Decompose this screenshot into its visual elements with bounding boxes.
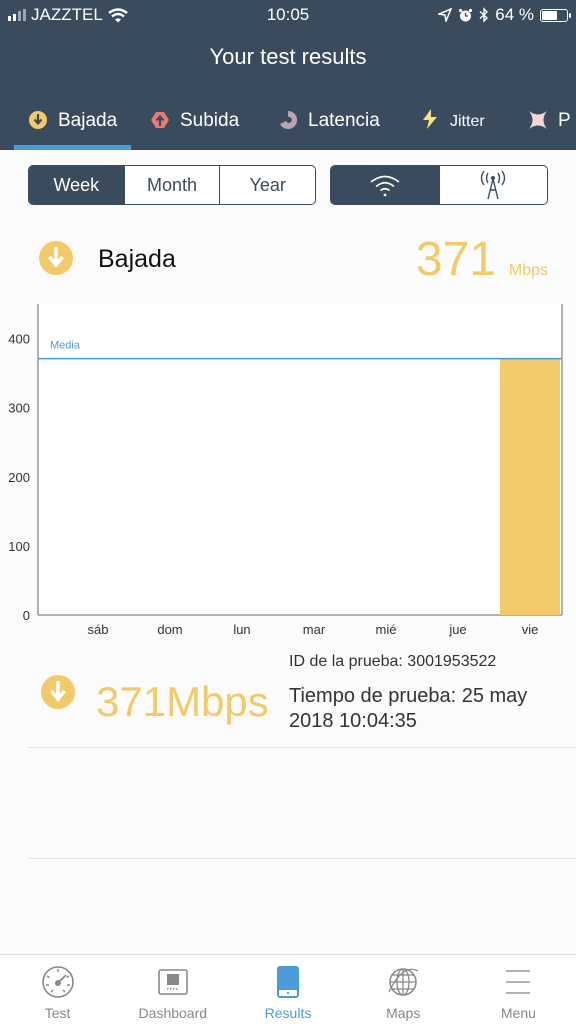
speedometer-icon [41,966,74,998]
latest-result: 371Mbps ID de la prueba: 3001953522 Tiem… [0,648,576,748]
status-bar: JAZZTEL 10:05 64 % [0,0,576,30]
latency-icon [280,110,298,129]
period-month-button[interactable]: Month [123,166,220,204]
download-icon [29,111,47,129]
y-tick-label: 300 [8,401,30,416]
period-year-button[interactable]: Year [219,166,315,204]
wifi-icon [370,175,400,197]
metric-value: 371 [415,233,496,286]
test-time: Tiempo de prueba: 25 may 2018 10:04:35 [289,685,528,732]
cellular-antenna-icon [481,170,506,200]
tab-latencia[interactable]: Latencia [278,98,380,150]
tab-bajada[interactable]: Bajada [13,98,132,150]
period-selector: Week Month Year [28,165,316,205]
metric-header: Bajada 371 Mbps [0,232,576,292]
lightning-icon [423,109,437,129]
x-tick-label: dom [157,622,182,637]
metric-label: Bajada [98,245,176,273]
average-label: Media [50,340,81,352]
nav-dashboard[interactable]: Dashboard [115,955,230,1024]
bar-vie [500,358,560,615]
cellular-filter-button[interactable] [438,166,548,204]
dashboard-icon [157,969,188,995]
y-tick-label: 400 [8,332,30,347]
tab-packet-loss[interactable]: P [528,98,571,150]
bottom-nav: Test Dashboard Results Maps Menu [0,954,576,1024]
test-id: ID de la prueba: 3001953522 [289,653,497,670]
y-tick-label: 100 [8,539,30,554]
x-tick-label: mié [376,622,397,637]
top-bar: JAZZTEL 10:05 64 % Your test results Baj… [0,0,576,150]
filter-controls: Week Month Year [28,165,548,205]
download-icon [39,241,73,275]
upload-icon [151,112,169,128]
download-chart: 0 100 200 300 400 sáb dom lun mar mié jue vie Media [8,304,563,637]
x-tick-label: jue [448,622,466,637]
plot-area [38,304,562,615]
nav-test[interactable]: Test [0,955,115,1024]
y-tick-label: 0 [23,608,30,623]
page-title: Your test results [209,44,367,69]
nav-results[interactable]: Results [230,955,345,1024]
x-tick-label: sáb [88,622,109,637]
packet-loss-icon [529,111,547,129]
metric-unit: Mbps [508,262,548,279]
x-tick-label: lun [233,622,250,637]
location-icon [438,8,453,22]
connection-selector [330,165,548,205]
bluetooth-icon [479,7,489,23]
tab-subida[interactable]: Subida [150,98,239,150]
x-tick-label: mar [303,622,326,637]
battery-percent: 64 % [495,5,534,24]
battery-icon [540,8,571,22]
y-tick-label: 200 [8,470,30,485]
hamburger-icon [506,970,531,994]
nav-menu[interactable]: Menu [461,955,576,1024]
tab-jitter[interactable]: Jitter [420,98,485,150]
divider [28,858,576,859]
metric-tabs: Bajada Subida Latencia Jitter P [0,98,576,150]
period-week-button[interactable]: Week [29,166,124,204]
result-value: 371Mbps [96,678,269,725]
wifi-filter-button[interactable] [331,166,439,204]
phone-icon [277,966,299,998]
globe-icon [388,968,419,996]
x-tick-label: vie [522,622,539,637]
nav-maps[interactable]: Maps [346,955,461,1024]
download-icon [41,675,75,709]
alarm-icon [459,8,473,21]
divider [28,747,576,748]
